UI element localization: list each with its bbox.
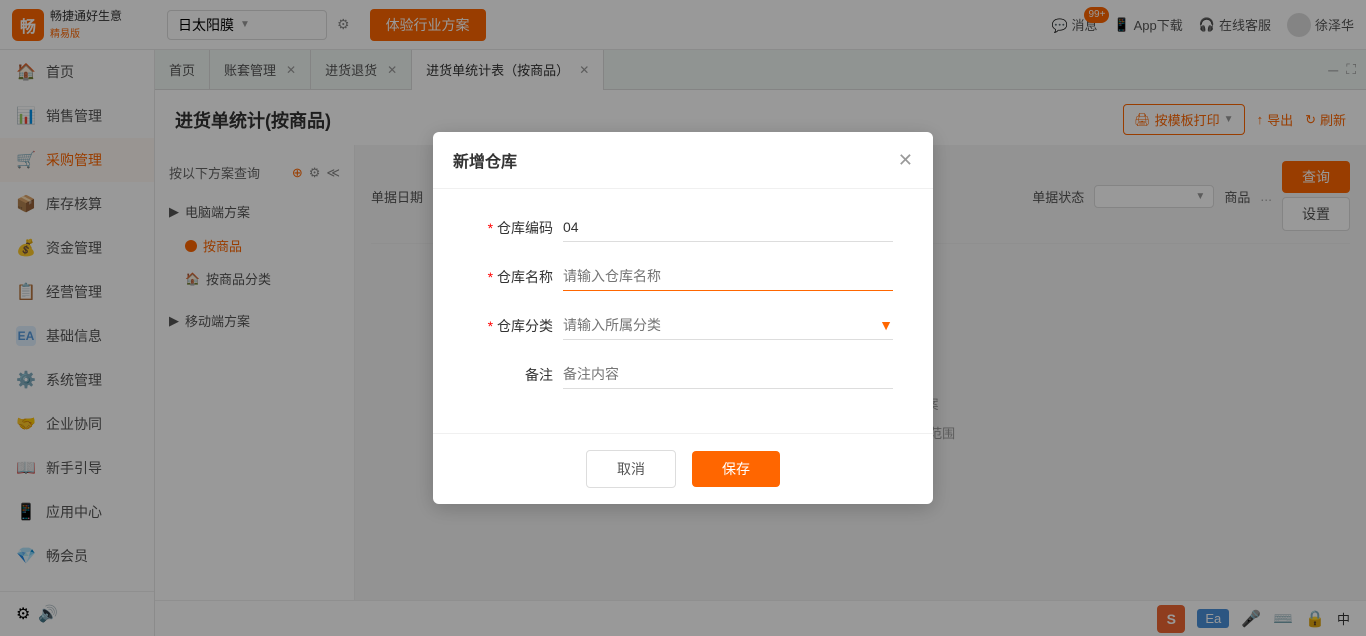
modal-close-button[interactable]: ✕ xyxy=(898,151,913,169)
save-button[interactable]: 保存 xyxy=(692,451,780,487)
category-input[interactable] xyxy=(563,317,879,333)
modal-body: 仓库编码 仓库名称 仓库分类 ▼ 备注 xyxy=(433,189,933,433)
code-input[interactable] xyxy=(563,213,893,242)
code-label: 仓库编码 xyxy=(473,218,553,238)
category-dropdown-icon: ▼ xyxy=(879,317,893,333)
cancel-button[interactable]: 取消 xyxy=(586,450,676,488)
modal-overlay[interactable]: 新增仓库 ✕ 仓库编码 仓库名称 仓库分类 ▼ 备注 xyxy=(0,0,1366,636)
new-warehouse-modal: 新增仓库 ✕ 仓库编码 仓库名称 仓库分类 ▼ 备注 xyxy=(433,132,933,504)
modal-title: 新增仓库 xyxy=(453,148,517,172)
category-label: 仓库分类 xyxy=(473,316,553,336)
modal-footer: 取消 保存 xyxy=(433,433,933,504)
name-input[interactable] xyxy=(563,262,893,291)
note-label: 备注 xyxy=(473,365,553,385)
category-select[interactable]: ▼ xyxy=(563,311,893,340)
form-row-note: 备注 xyxy=(473,360,893,389)
note-input[interactable] xyxy=(563,360,893,389)
form-row-category: 仓库分类 ▼ xyxy=(473,311,893,340)
modal-header: 新增仓库 ✕ xyxy=(433,132,933,189)
form-row-name: 仓库名称 xyxy=(473,262,893,291)
form-row-code: 仓库编码 xyxy=(473,213,893,242)
name-label: 仓库名称 xyxy=(473,267,553,287)
